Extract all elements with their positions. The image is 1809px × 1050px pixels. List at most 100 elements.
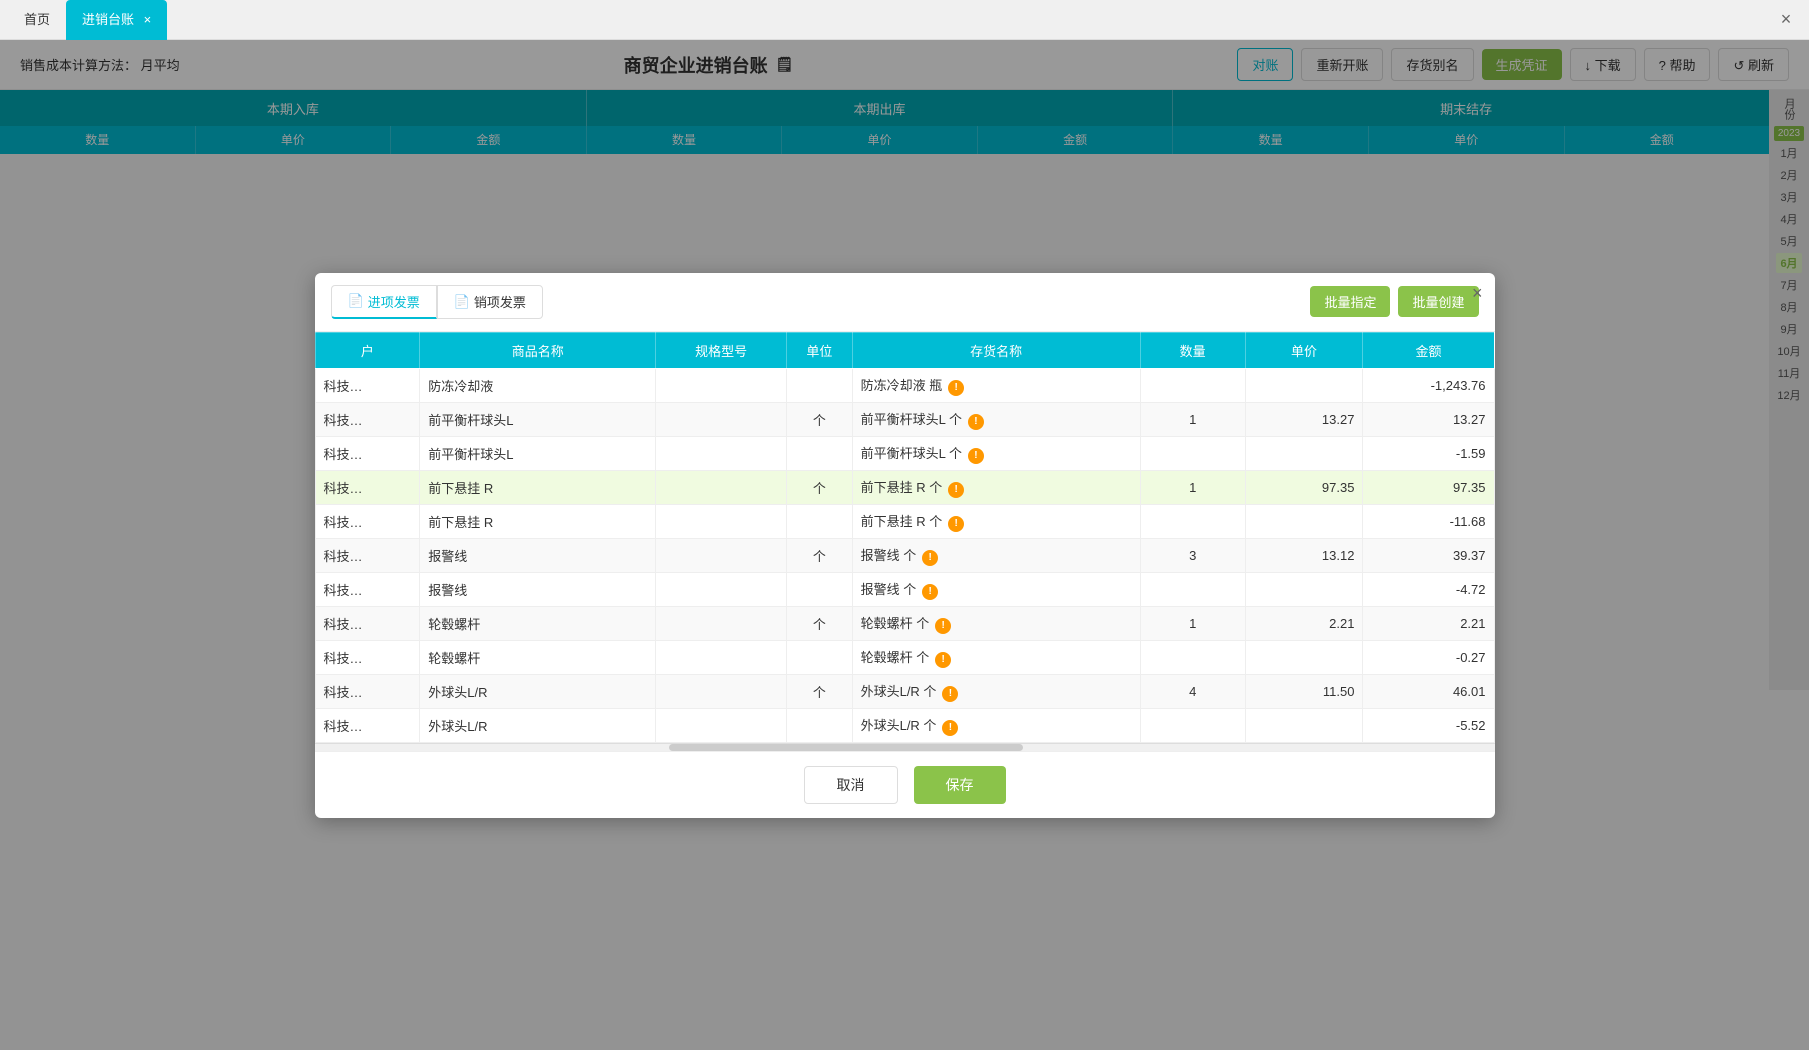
table-row: 科技…前平衡杆球头L前平衡杆球头L 个!-1.59 — [315, 436, 1494, 470]
warning-icon: ! — [922, 550, 938, 566]
batch-assign-button[interactable]: 批量指定 — [1310, 286, 1390, 317]
cell-unit — [787, 708, 853, 742]
cell-spec — [656, 674, 787, 708]
cell-qty: 3 — [1140, 538, 1245, 572]
table-row: 科技…前平衡杆球头L个前平衡杆球头L 个!113.2713.27 — [315, 402, 1494, 436]
cancel-button[interactable]: 取消 — [804, 766, 898, 804]
cell-unit-price: 97.35 — [1245, 470, 1363, 504]
cell-amount: 13.27 — [1363, 402, 1494, 436]
cell-seller: 科技… — [315, 674, 420, 708]
cell-unit: 个 — [787, 674, 853, 708]
col-header-qty: 数量 — [1140, 332, 1245, 368]
col-header-amount: 金额 — [1363, 332, 1494, 368]
col-header-unit-price: 单价 — [1245, 332, 1363, 368]
cell-qty: 1 — [1140, 402, 1245, 436]
cell-unit-price — [1245, 436, 1363, 470]
batch-create-button[interactable]: 批量创建 — [1398, 286, 1478, 317]
table-row: 科技…报警线报警线 个!-4.72 — [315, 572, 1494, 606]
cell-qty: 1 — [1140, 470, 1245, 504]
cell-inventory: 外球头L/R 个! — [852, 674, 1140, 708]
table-row: 科技…轮毂螺杆轮毂螺杆 个!-0.27 — [315, 640, 1494, 674]
modal-body: 户 商品名称 规格型号 单位 存货名称 数量 单价 金额 科技…防冻冷却液防冻冷… — [315, 332, 1495, 743]
cell-amount: -0.27 — [1363, 640, 1494, 674]
warning-icon: ! — [968, 414, 984, 430]
col-header-inventory-name: 存货名称 — [852, 332, 1140, 368]
table-row: 科技…外球头L/R外球头L/R 个!-5.52 — [315, 708, 1494, 742]
cell-inventory: 防冻冷却液 瓶! — [852, 368, 1140, 402]
modal-footer: 取消 保存 — [315, 751, 1495, 818]
cell-spec — [656, 538, 787, 572]
cell-inventory: 前下悬挂 R 个! — [852, 504, 1140, 538]
modal-overlay: 📄 进项发票 📄 销项发票 批量指定 批量创建 × — [0, 40, 1809, 1050]
save-button[interactable]: 保存 — [914, 766, 1006, 804]
cell-spec — [656, 708, 787, 742]
cell-seller: 科技… — [315, 606, 420, 640]
cell-goods-name: 前下悬挂 R — [420, 504, 656, 538]
cell-qty — [1140, 572, 1245, 606]
cell-unit-price: 2.21 — [1245, 606, 1363, 640]
warning-icon: ! — [935, 652, 951, 668]
scrollbar-thumb[interactable] — [669, 744, 1023, 751]
cell-amount: 97.35 — [1363, 470, 1494, 504]
table-row: 科技…报警线个报警线 个!313.1239.37 — [315, 538, 1494, 572]
cell-spec — [656, 436, 787, 470]
invoice-table: 户 商品名称 规格型号 单位 存货名称 数量 单价 金额 科技…防冻冷却液防冻冷… — [315, 332, 1495, 743]
warning-icon: ! — [948, 380, 964, 396]
cell-seller: 科技… — [315, 504, 420, 538]
cell-inventory: 外球头L/R 个! — [852, 708, 1140, 742]
cell-amount: -4.72 — [1363, 572, 1494, 606]
cell-goods-name: 报警线 — [420, 572, 656, 606]
cell-seller: 科技… — [315, 402, 420, 436]
table-row: 科技…轮毂螺杆个轮毂螺杆 个!12.212.21 — [315, 606, 1494, 640]
cell-inventory: 报警线 个! — [852, 538, 1140, 572]
warning-icon: ! — [968, 448, 984, 464]
cell-spec — [656, 640, 787, 674]
warning-icon: ! — [942, 720, 958, 736]
warning-icon: ! — [922, 584, 938, 600]
cell-seller: 科技… — [315, 538, 420, 572]
cell-seller: 科技… — [315, 436, 420, 470]
tab-output-invoice[interactable]: 📄 销项发票 — [437, 285, 543, 319]
output-invoice-icon: 📄 — [454, 294, 470, 310]
cell-unit — [787, 504, 853, 538]
cell-seller: 科技… — [315, 470, 420, 504]
cell-inventory: 报警线 个! — [852, 572, 1140, 606]
tab-close-icon[interactable]: × — [144, 12, 152, 27]
modal-close-button[interactable]: × — [1472, 283, 1483, 304]
cell-inventory: 轮毂螺杆 个! — [852, 640, 1140, 674]
cell-goods-name: 轮毂螺杆 — [420, 606, 656, 640]
cell-amount: -5.52 — [1363, 708, 1494, 742]
horizontal-scrollbar[interactable] — [315, 743, 1495, 751]
cell-unit-price — [1245, 640, 1363, 674]
cell-qty — [1140, 504, 1245, 538]
cell-unit: 个 — [787, 538, 853, 572]
tab-input-invoice[interactable]: 📄 进项发票 — [331, 285, 437, 319]
modal-tabs: 📄 进项发票 📄 销项发票 — [331, 285, 543, 319]
cell-amount: -11.68 — [1363, 504, 1494, 538]
cell-goods-name: 前平衡杆球头L — [420, 402, 656, 436]
tab-home[interactable]: 首页 — [8, 0, 66, 40]
cell-unit-price: 13.27 — [1245, 402, 1363, 436]
warning-icon: ! — [935, 618, 951, 634]
cell-unit — [787, 436, 853, 470]
table-row: 科技…前下悬挂 R 前下悬挂 R 个! -11.68 — [315, 504, 1494, 538]
cell-seller: 科技… — [315, 368, 420, 402]
table-row: 科技…前下悬挂 R个前下悬挂 R 个!197.3597.35 — [315, 470, 1494, 504]
cell-unit: 个 — [787, 606, 853, 640]
cell-inventory: 轮毂螺杆 个! — [852, 606, 1140, 640]
col-header-seller: 户 — [315, 332, 420, 368]
cell-qty: 4 — [1140, 674, 1245, 708]
cell-qty — [1140, 640, 1245, 674]
cell-spec — [656, 368, 787, 402]
window-close-button[interactable]: × — [1771, 5, 1801, 35]
cell-qty: 1 — [1140, 606, 1245, 640]
col-header-goods-name: 商品名称 — [420, 332, 656, 368]
modal-dialog: 📄 进项发票 📄 销项发票 批量指定 批量创建 × — [315, 273, 1495, 818]
cell-amount: 2.21 — [1363, 606, 1494, 640]
cell-unit — [787, 640, 853, 674]
cell-spec — [656, 470, 787, 504]
tab-ledger[interactable]: 进销台账 × — [66, 0, 167, 40]
cell-goods-name: 外球头L/R — [420, 708, 656, 742]
cell-inventory: 前平衡杆球头L 个! — [852, 436, 1140, 470]
cell-unit: 个 — [787, 402, 853, 436]
